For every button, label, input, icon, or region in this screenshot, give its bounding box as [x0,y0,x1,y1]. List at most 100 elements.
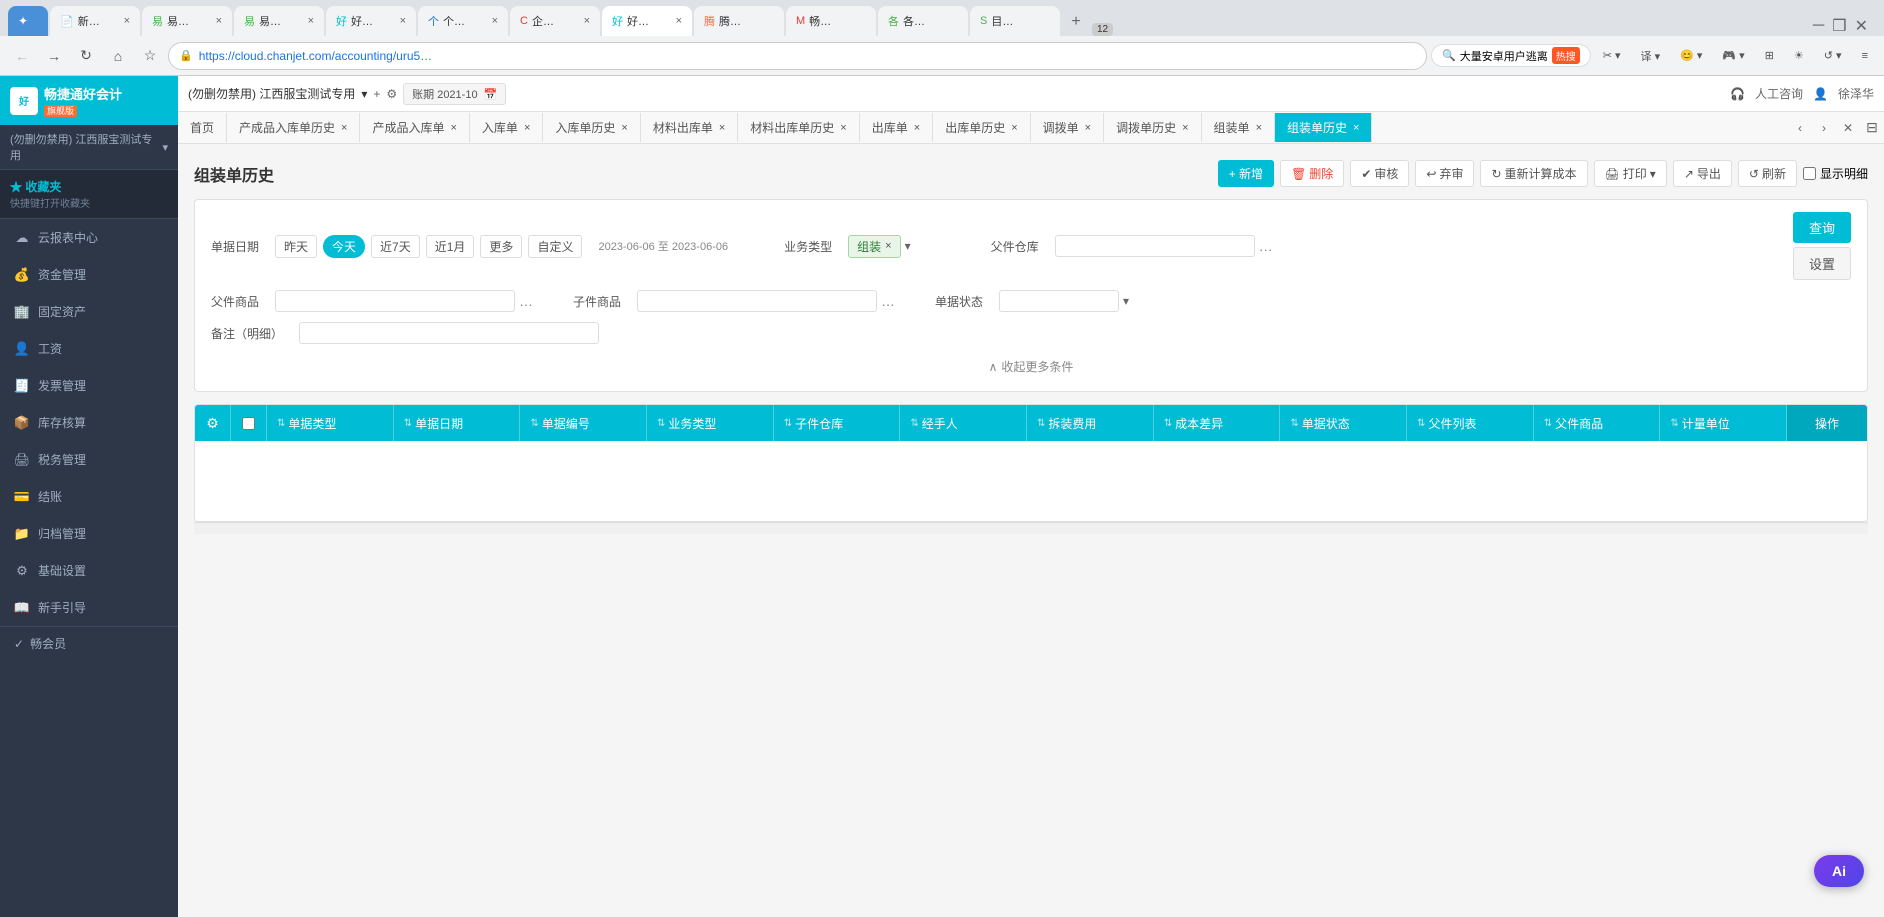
date-btn-more[interactable]: 更多 [480,235,522,258]
child-goods-more[interactable]: … [877,293,899,309]
tab-close-3[interactable]: × [308,15,314,27]
tab-close-1[interactable]: × [124,15,130,27]
tab-close-active[interactable]: × [1353,122,1359,134]
col-parent-goods[interactable]: ⇅ 父件商品 [1534,405,1661,441]
business-type-dropdown[interactable]: ▾ [901,239,915,253]
browser-tab-1[interactable]: 📄 新… × [50,6,140,36]
page-tab-transfer-history[interactable]: 调拨单历史 × [1104,113,1201,142]
restore-button[interactable]: ❒ [1832,16,1846,36]
page-tab-transfer[interactable]: 调拨单 × [1031,113,1104,142]
page-tab-material-out[interactable]: 材料出库单 × [641,113,738,142]
bookmark-button[interactable]: ☆ [136,42,164,70]
col-biz-type[interactable]: ⇅ 业务类型 [647,405,774,441]
sidebar-item-inventory[interactable]: 📦 库存核算 [0,404,178,441]
date-btn-custom[interactable]: 自定义 [528,235,582,258]
sidebar-item-cloud-report[interactable]: ☁ 云报表中心 [0,219,178,256]
query-button[interactable]: 查询 [1793,212,1851,243]
browser-tab-8[interactable]: 腾 腾… [694,6,784,36]
approve-btn[interactable]: ✔ 审核 [1350,160,1409,187]
sidebar-item-guide[interactable]: 📖 新手引导 [0,589,178,626]
remarks-input[interactable] [299,322,599,344]
page-tab-assembly[interactable]: 组装单 × [1202,113,1275,142]
sidebar-item-finance[interactable]: 💰 资金管理 [0,256,178,293]
address-bar[interactable]: 🔒 https://cloud.chanjet.com/accounting/u… [168,42,1427,70]
parent-goods-more[interactable]: … [515,293,537,309]
browser-tab-3[interactable]: 易 易… × [234,6,324,36]
help-label[interactable]: 人工咨询 [1755,85,1803,102]
recalculate-btn[interactable]: ↻ 重新计算成本 [1480,160,1587,187]
child-goods-input[interactable] [637,290,877,312]
browser-tab-11[interactable]: S 目… [970,6,1060,36]
forward-button[interactable]: → [40,42,68,70]
col-unit[interactable]: ⇅ 计量单位 [1660,405,1787,441]
page-tab-out-history[interactable]: 出库单历史 × [933,113,1030,142]
browser-tab-9[interactable]: M 畅… [786,6,876,36]
col-child-warehouse[interactable]: ⇅ 子件仓库 [774,405,901,441]
new-tab-button[interactable]: + [1062,8,1090,36]
game-btn[interactable]: 🎮 ▾ [1714,46,1752,65]
show-detail-checkbox[interactable] [1803,167,1816,180]
horizontal-scrollbar[interactable] [194,522,1868,534]
tab-close[interactable]: × [450,122,456,134]
sidebar-item-archive[interactable]: 📁 归档管理 [0,515,178,552]
reload-button[interactable]: ↻ [72,42,100,70]
browser-tab-5[interactable]: 个 个… × [418,6,508,36]
bill-status-dropdown[interactable]: ▾ [1123,294,1129,308]
date-btn-7days[interactable]: 近7天 [371,235,420,258]
sidebar-item-invoice[interactable]: 🧾 发票管理 [0,367,178,404]
abandon-btn[interactable]: ↩ 弃审 [1415,160,1474,187]
page-tab-out[interactable]: 出库单 × [860,113,933,142]
page-tab-material-out-history[interactable]: 材料出库单历史 × [738,113,859,142]
user-icon[interactable]: 👤 [1813,87,1828,101]
tab-close-4[interactable]: × [400,15,406,27]
parent-warehouse-more[interactable]: … [1255,238,1277,254]
col-bill-date[interactable]: ⇅ 单据日期 [394,405,521,441]
print-btn[interactable]: 🖨 打印 ▾ [1594,160,1667,187]
sidebar-item-fixed-assets[interactable]: 🏢 固定资产 [0,293,178,330]
page-tab-warehouse-in-history[interactable]: 入库单历史 × [543,113,640,142]
tab-close-5[interactable]: × [492,15,498,27]
search-bar[interactable]: 🔍 大量安卓用户逃离 热搜 [1431,44,1591,67]
tab-close[interactable]: × [524,122,530,134]
page-tab-assembly-history[interactable]: 组装单历史 × [1275,113,1372,142]
show-detail-label[interactable]: 显示明细 [1803,165,1868,182]
date-btn-yesterday[interactable]: 昨天 [275,235,317,258]
sidebar-item-salary[interactable]: 👤 工资 [0,330,178,367]
col-handler[interactable]: ⇅ 经手人 [900,405,1027,441]
browser-tab-2[interactable]: 易 易… × [142,6,232,36]
export-btn[interactable]: ↗ 导出 [1673,160,1732,187]
tab-close[interactable]: × [341,122,347,134]
grid-btn[interactable]: ⊞ [1757,46,1782,65]
col-parent-list[interactable]: ⇅ 父件列表 [1407,405,1534,441]
page-tab-production-in[interactable]: 产成品入库单 × [360,113,469,142]
collapse-button[interactable]: ∧ 收起更多条件 [211,354,1851,379]
page-tab-warehouse-in[interactable]: 入库单 × [470,113,543,142]
tab-close-current[interactable]: ✕ [1836,113,1860,143]
date-btn-today[interactable]: 今天 [323,235,365,258]
tab-close[interactable]: × [1011,122,1017,134]
minimize-button[interactable]: ─ [1813,17,1824,35]
page-tab-production-in-history[interactable]: 产成品入库单历史 × [227,113,360,142]
period-tag[interactable]: 账期 2021-10 📅 [403,83,506,105]
close-button[interactable]: ✕ [1855,16,1868,36]
emoji-btn[interactable]: 😊 ▾ [1672,46,1710,65]
add-company-btn[interactable]: + [373,87,380,101]
tab-close[interactable]: × [1182,122,1188,134]
new-btn[interactable]: + 新增 [1218,160,1274,187]
bill-status-select[interactable] [999,290,1119,312]
tab-close[interactable]: × [1256,122,1262,134]
page-tab-home[interactable]: 首页 [178,113,227,142]
settings-gear-icon[interactable]: ⚙ [386,87,397,101]
tab-close-2[interactable]: × [216,15,222,27]
tab-close[interactable]: × [840,122,846,134]
browser-tab-app[interactable]: ✦ [8,6,48,36]
menu-btn[interactable]: ≡ [1854,47,1876,65]
settings-button[interactable]: 设置 [1793,247,1851,280]
parent-warehouse-input[interactable] [1055,235,1255,257]
tab-close[interactable]: × [914,122,920,134]
tab-close[interactable]: × [719,122,725,134]
tab-settings-btn[interactable]: ⊟ [1860,113,1884,143]
sidebar-company[interactable]: (勿删勿禁用) 江西服宝测试专用 ▾ [0,125,178,170]
delete-btn[interactable]: 🗑 删除 [1280,160,1344,187]
tab-close[interactable]: × [621,122,627,134]
